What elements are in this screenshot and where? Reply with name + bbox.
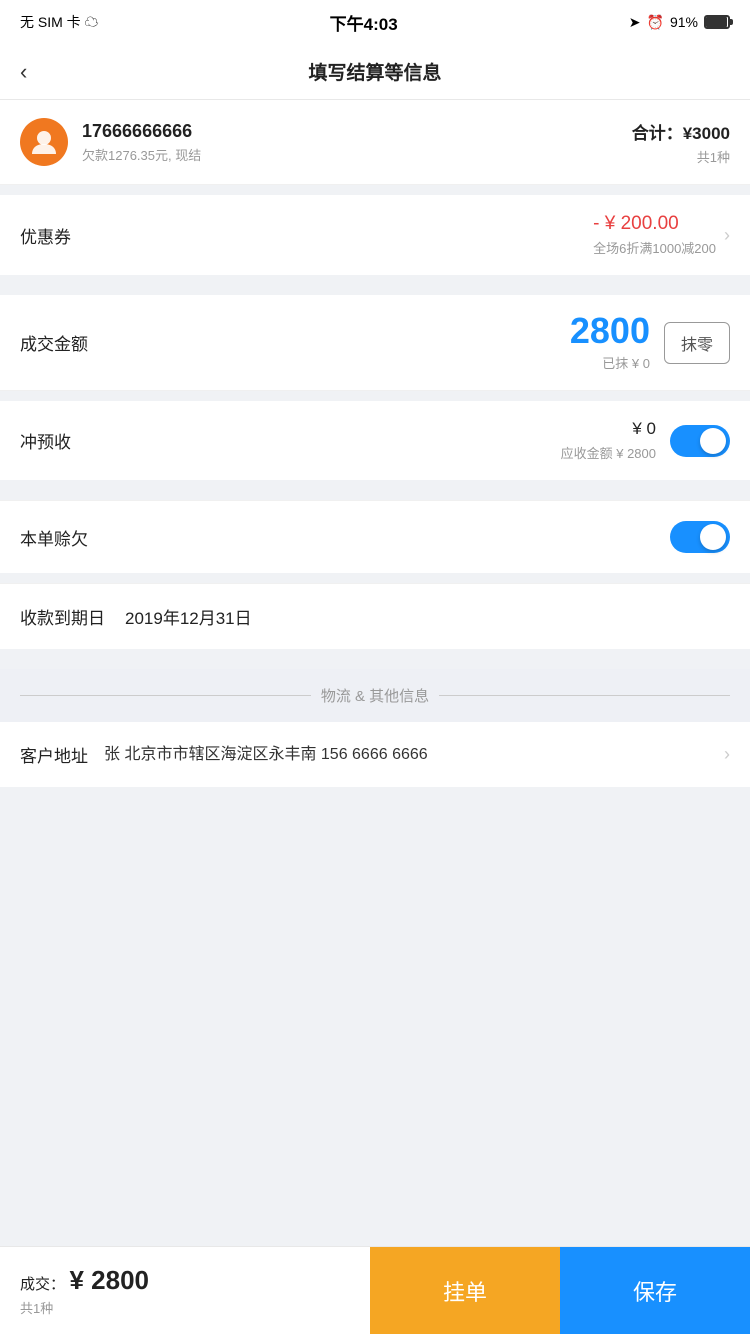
alarm-icon: ⏰ [647, 14, 664, 31]
back-button[interactable]: ‹ [20, 59, 27, 85]
hang-button[interactable]: 挂单 [370, 1247, 560, 1334]
sim-label: 无 SIM 卡 ☁ [20, 12, 99, 32]
prepay-info: ¥ 0 应收金额 ¥ 2800 [561, 419, 656, 462]
deferred-row: 本单赊欠 [0, 500, 750, 573]
section-divider-3 [0, 659, 750, 669]
prepay-receivable: 应收金额 ¥ 2800 [561, 443, 656, 462]
due-date-row: 收款到期日 2019年12月31日 [0, 583, 750, 649]
total-count: 共1种 [632, 147, 730, 166]
coupon-discount: - ¥ 200.00 [593, 213, 716, 235]
status-right: ➤ ⏰ 91% [629, 14, 730, 31]
user-left: 17666666666 欠款1276.35元, 现结 [20, 118, 201, 166]
battery-label: 91% [670, 14, 698, 30]
toggle-knob [700, 428, 726, 454]
deal-amount-label: 成交金额 [20, 330, 88, 355]
nav-bar: ‹ 填写结算等信息 [0, 44, 750, 100]
prepay-right: ¥ 0 应收金额 ¥ 2800 [561, 419, 730, 462]
coupon-row[interactable]: 优惠券 - ¥ 200.00 全场6折满1000减200 › [0, 195, 750, 275]
coupon-info: - ¥ 200.00 全场6折满1000减200 [593, 213, 716, 257]
user-debt: 欠款1276.35元, 现结 [82, 145, 201, 164]
save-button[interactable]: 保存 [560, 1247, 750, 1334]
address-chevron-icon: › [724, 744, 730, 765]
status-bar: 无 SIM 卡 ☁ 下午4:03 ➤ ⏰ 91% [0, 0, 750, 44]
bottom-count: 共1种 [20, 1298, 350, 1317]
due-date-value: 2019年12月31日 [125, 604, 252, 629]
deal-sub: 已抹 ¥ 0 [570, 353, 650, 372]
deferred-toggle[interactable] [670, 521, 730, 553]
section-divider-1 [0, 285, 750, 295]
address-row[interactable]: 客户地址 张 北京市市辖区海淀区永丰南 156 6666 6666 › [0, 722, 750, 787]
user-total: 合计：¥3000 共1种 [632, 119, 730, 166]
coupon-chevron-icon: › [724, 225, 730, 246]
main-content: 17666666666 欠款1276.35元, 现结 合计：¥3000 共1种 … [0, 100, 750, 1077]
deal-amount-value: 2800 [570, 313, 650, 349]
page-title: 填写结算等信息 [308, 58, 441, 85]
deal-right: 2800 已抹 ¥ 0 抹零 [570, 313, 730, 372]
round-zero-button[interactable]: 抹零 [664, 322, 730, 364]
user-details: 17666666666 欠款1276.35元, 现结 [82, 121, 201, 164]
bottom-deal-label: 成交： [20, 1276, 65, 1293]
prepay-row: 冲预收 ¥ 0 应收金额 ¥ 2800 [0, 401, 750, 480]
section-divider-2 [0, 490, 750, 500]
location-icon: ➤ [629, 14, 641, 31]
bottom-deal-amount: ¥ 2800 [69, 1265, 149, 1295]
deferred-label: 本单赊欠 [20, 525, 88, 550]
bottom-summary: 成交： ¥ 2800 共1种 [0, 1265, 370, 1317]
status-left: 无 SIM 卡 ☁ [20, 12, 99, 32]
status-time: 下午4:03 [330, 10, 398, 35]
gray-area [0, 797, 750, 977]
address-value: 张 北京市市辖区海淀区永丰南 156 6666 6666 [104, 743, 708, 767]
deal-amount-row: 成交金额 2800 已抹 ¥ 0 抹零 [0, 295, 750, 391]
prepay-toggle[interactable] [670, 425, 730, 457]
prepay-amount: ¥ 0 [561, 419, 656, 439]
bottom-bar: 成交： ¥ 2800 共1种 挂单 保存 [0, 1246, 750, 1334]
coupon-right: - ¥ 200.00 全场6折满1000减200 › [593, 213, 730, 257]
user-info-card: 17666666666 欠款1276.35元, 现结 合计：¥3000 共1种 [0, 100, 750, 185]
deal-amount-info: 2800 已抹 ¥ 0 [570, 313, 650, 372]
bottom-deal-row: 成交： ¥ 2800 [20, 1265, 350, 1296]
logistics-title: 物流 & 其他信息 [321, 685, 429, 706]
prepay-label: 冲预收 [20, 428, 71, 453]
deferred-toggle-knob [700, 524, 726, 550]
logistics-line-right [439, 695, 730, 696]
address-label: 客户地址 [20, 742, 88, 767]
coupon-label: 优惠券 [20, 223, 71, 248]
logistics-header: 物流 & 其他信息 [0, 669, 750, 722]
coupon-desc: 全场6折满1000减200 [593, 238, 716, 257]
due-date-label: 收款到期日 [20, 604, 105, 629]
avatar [20, 118, 68, 166]
total-amount: 合计：¥3000 [632, 119, 730, 144]
battery-icon [704, 15, 730, 29]
logistics-line-left [20, 695, 311, 696]
user-phone: 17666666666 [82, 121, 201, 142]
